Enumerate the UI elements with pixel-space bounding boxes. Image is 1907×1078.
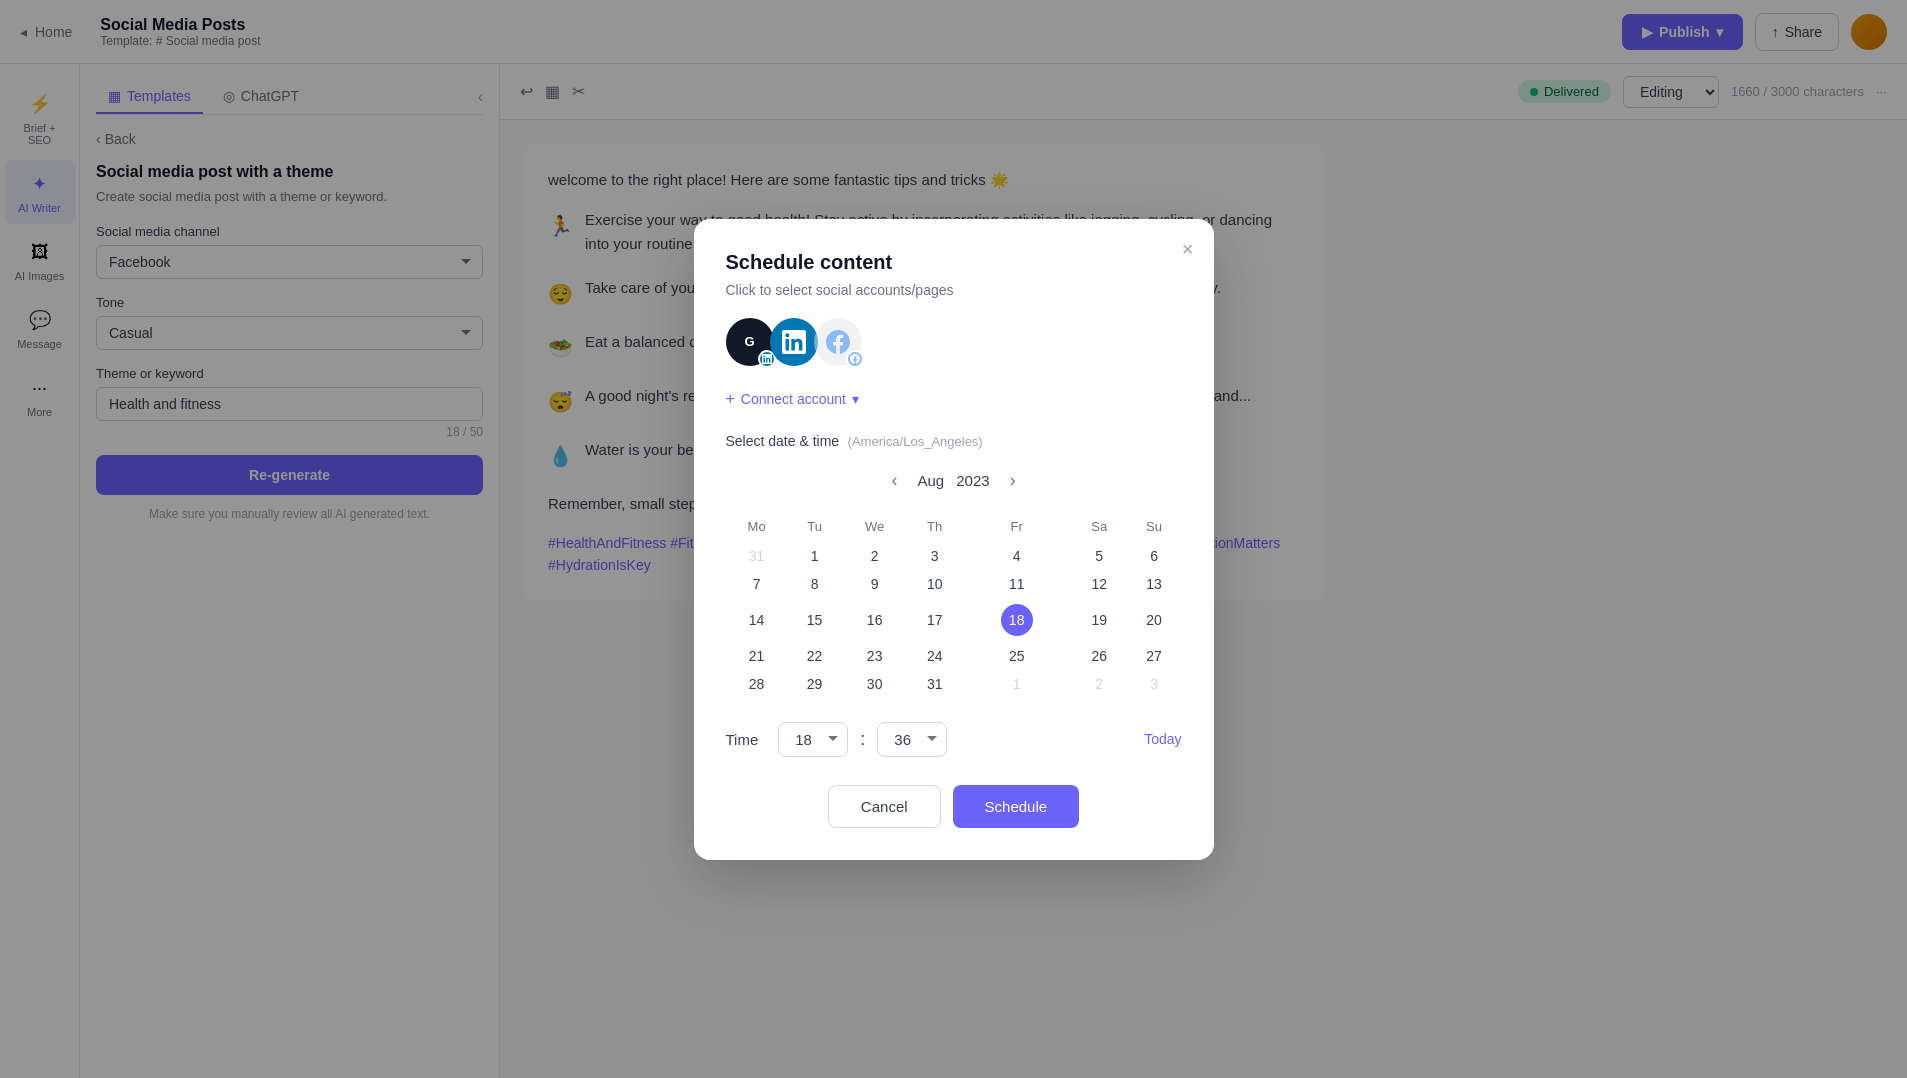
calendar-day[interactable]: 24: [908, 642, 962, 670]
weekday-we: We: [841, 511, 907, 542]
time-section: Time 18 01234 56789 1011121314 151617192…: [726, 722, 1182, 757]
calendar-day[interactable]: 29: [788, 670, 842, 698]
modal-close-button[interactable]: ×: [1182, 239, 1194, 259]
calendar-day[interactable]: 23: [841, 642, 907, 670]
calendar-prev-button[interactable]: ‹: [887, 466, 901, 495]
connect-dropdown-icon: ▾: [852, 391, 859, 407]
weekday-fr: Fr: [962, 511, 1072, 542]
calendar-day[interactable]: 22: [788, 642, 842, 670]
calendar-day[interactable]: 8: [788, 570, 842, 598]
calendar-day[interactable]: 12: [1072, 570, 1127, 598]
calendar-day[interactable]: 14: [726, 598, 788, 642]
calendar-day[interactable]: 30: [841, 670, 907, 698]
datetime-label: Select date & time (America/Los_Angeles): [726, 432, 1182, 450]
calendar-day[interactable]: 20: [1127, 598, 1182, 642]
calendar-day[interactable]: 4: [962, 542, 1072, 570]
schedule-modal: × Schedule content Click to select socia…: [694, 219, 1214, 860]
account-avatar-godai[interactable]: G: [726, 318, 774, 366]
calendar-day[interactable]: 11: [962, 570, 1072, 598]
calendar-day[interactable]: 19: [1072, 598, 1127, 642]
calendar: ‹ Aug 2023 › Mo Tu We Th Fr Sa Su: [726, 466, 1182, 698]
calendar-day[interactable]: 17: [908, 598, 962, 642]
plus-icon: +: [726, 390, 735, 408]
time-label: Time: [726, 731, 759, 748]
hour-select[interactable]: 18 01234 56789 1011121314 1516171920 212…: [778, 722, 848, 757]
cancel-button[interactable]: Cancel: [828, 785, 941, 828]
calendar-day[interactable]: 5: [1072, 542, 1127, 570]
calendar-day[interactable]: 6: [1127, 542, 1182, 570]
modal-overlay: × Schedule content Click to select socia…: [0, 0, 1907, 1078]
facebook-badge: [846, 350, 864, 368]
calendar-day[interactable]: 28: [726, 670, 788, 698]
calendar-day[interactable]: 31: [726, 542, 788, 570]
calendar-day[interactable]: 25: [962, 642, 1072, 670]
calendar-day[interactable]: 3: [908, 542, 962, 570]
calendar-day[interactable]: 2: [841, 542, 907, 570]
calendar-day[interactable]: 2: [1072, 670, 1127, 698]
calendar-day[interactable]: 9: [841, 570, 907, 598]
connect-account-button[interactable]: + Connect account ▾: [726, 386, 859, 412]
account-avatars: G: [726, 318, 1182, 366]
calendar-day[interactable]: 16: [841, 598, 907, 642]
modal-subtitle: Click to select social accounts/pages: [726, 282, 1182, 298]
calendar-day[interactable]: 26: [1072, 642, 1127, 670]
calendar-header: ‹ Aug 2023 ›: [726, 466, 1182, 495]
weekday-sa: Sa: [1072, 511, 1127, 542]
account-avatar-linkedin[interactable]: [770, 318, 818, 366]
calendar-day[interactable]: 21: [726, 642, 788, 670]
calendar-day[interactable]: 1: [962, 670, 1072, 698]
calendar-day[interactable]: 10: [908, 570, 962, 598]
weekday-mo: Mo: [726, 511, 788, 542]
calendar-day[interactable]: 13: [1127, 570, 1182, 598]
calendar-day[interactable]: 7: [726, 570, 788, 598]
calendar-year: 2023: [956, 472, 989, 489]
today-button[interactable]: Today: [1144, 731, 1181, 747]
calendar-day[interactable]: 1: [788, 542, 842, 570]
calendar-day[interactable]: 18: [962, 598, 1072, 642]
weekday-th: Th: [908, 511, 962, 542]
time-colon: :: [860, 729, 865, 750]
weekday-tu: Tu: [788, 511, 842, 542]
modal-title: Schedule content: [726, 251, 1182, 274]
calendar-day[interactable]: 15: [788, 598, 842, 642]
calendar-day[interactable]: 31: [908, 670, 962, 698]
weekday-su: Su: [1127, 511, 1182, 542]
schedule-button[interactable]: Schedule: [953, 785, 1080, 828]
modal-footer: Cancel Schedule: [726, 785, 1182, 828]
calendar-month: Aug: [917, 472, 944, 489]
calendar-grid: Mo Tu We Th Fr Sa Su 3112345678910111213…: [726, 511, 1182, 698]
minute-select[interactable]: 36 0005101520 2530354045 5055: [877, 722, 947, 757]
calendar-next-button[interactable]: ›: [1006, 466, 1020, 495]
calendar-day[interactable]: 27: [1127, 642, 1182, 670]
calendar-day[interactable]: 3: [1127, 670, 1182, 698]
account-avatar-facebook[interactable]: [814, 318, 862, 366]
